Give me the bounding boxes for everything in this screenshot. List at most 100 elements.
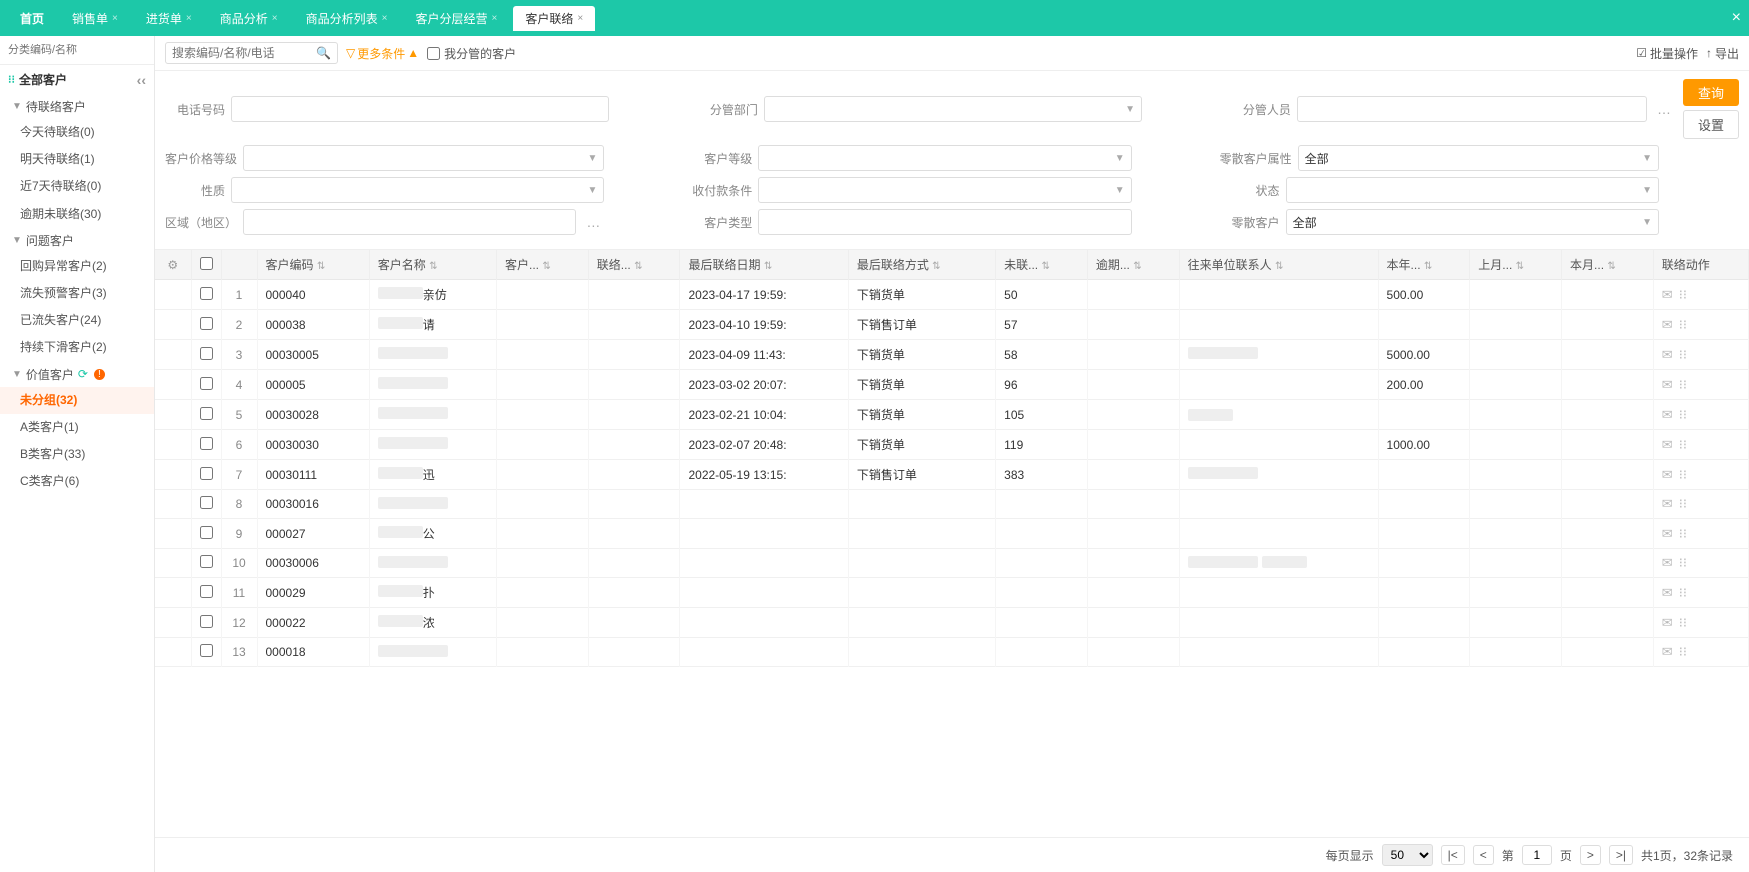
contact-method-link[interactable]: 下销货单 bbox=[857, 438, 905, 452]
th-this-year[interactable]: 本年... ⇅ bbox=[1378, 250, 1470, 280]
th-last-month[interactable]: 上月... ⇅ bbox=[1470, 250, 1562, 280]
close-window-icon[interactable]: × bbox=[1732, 9, 1741, 27]
th-settings[interactable]: ⚙ bbox=[155, 250, 191, 280]
region-input[interactable] bbox=[243, 209, 576, 235]
collapse-sidebar-icon[interactable]: ‹‹ bbox=[137, 72, 146, 88]
dept-select[interactable]: ▼ bbox=[764, 96, 1142, 122]
main-search-input[interactable] bbox=[172, 46, 312, 60]
th-overdue[interactable]: 逾期... ⇅ bbox=[1087, 250, 1179, 280]
tab-purchase[interactable]: 进货单 × bbox=[134, 6, 204, 31]
level-select[interactable]: ▼ bbox=[758, 145, 1131, 171]
select-all-checkbox[interactable] bbox=[200, 257, 213, 270]
my-customers-check[interactable]: 我分管的客户 bbox=[427, 45, 516, 62]
row-checkbox[interactable] bbox=[200, 437, 213, 450]
th-check[interactable] bbox=[191, 250, 221, 280]
td-check[interactable] bbox=[191, 578, 221, 608]
menu-icon[interactable]: ⁝⁝ bbox=[1679, 317, 1687, 333]
reset-btn[interactable]: 设置 bbox=[1683, 110, 1739, 139]
th-contact[interactable]: 联络... ⇅ bbox=[588, 250, 680, 280]
close-purchase-icon[interactable]: × bbox=[186, 13, 192, 24]
row-checkbox[interactable] bbox=[200, 615, 213, 628]
td-check[interactable] bbox=[191, 310, 221, 340]
contact-method-link[interactable]: 下销货单 bbox=[857, 348, 905, 362]
td-check[interactable] bbox=[191, 460, 221, 490]
chat-icon[interactable]: ✉ bbox=[1662, 407, 1673, 423]
type-select[interactable] bbox=[758, 209, 1131, 235]
first-page-btn[interactable]: |< bbox=[1441, 845, 1465, 865]
retail-select[interactable]: 全部▼ bbox=[1286, 209, 1659, 235]
page-input[interactable] bbox=[1522, 845, 1552, 865]
td-check[interactable] bbox=[191, 430, 221, 460]
status-select[interactable]: ▼ bbox=[1286, 177, 1659, 203]
menu-icon[interactable]: ⁝⁝ bbox=[1679, 287, 1687, 303]
td-check[interactable] bbox=[191, 519, 221, 549]
contact-method-link[interactable]: 下销售订单 bbox=[857, 318, 917, 332]
th-this-month[interactable]: 本月... ⇅ bbox=[1562, 250, 1654, 280]
settings-icon[interactable]: ⚙ bbox=[167, 258, 178, 272]
row-checkbox[interactable] bbox=[200, 467, 213, 480]
chat-icon[interactable]: ✉ bbox=[1662, 467, 1673, 483]
row-checkbox[interactable] bbox=[200, 407, 213, 420]
close-crm-icon[interactable]: × bbox=[491, 13, 497, 24]
my-customers-checkbox[interactable] bbox=[427, 47, 440, 60]
chat-icon[interactable]: ✉ bbox=[1662, 287, 1673, 303]
row-checkbox[interactable] bbox=[200, 377, 213, 390]
menu-icon[interactable]: ⁝⁝ bbox=[1679, 585, 1687, 601]
menu-icon[interactable]: ⁝⁝ bbox=[1679, 467, 1687, 483]
row-checkbox[interactable] bbox=[200, 526, 213, 539]
all-customers-header[interactable]: ⁝⁝ 全部客户 ‹‹ bbox=[0, 65, 154, 94]
sidebar-item-b-class[interactable]: B类客户(33) bbox=[0, 441, 154, 468]
per-page-select[interactable]: 50 100 200 bbox=[1382, 844, 1433, 866]
contact-method-link[interactable]: 下销货单 bbox=[857, 408, 905, 422]
close-contact-icon[interactable]: × bbox=[577, 13, 583, 24]
chat-icon[interactable]: ✉ bbox=[1662, 644, 1673, 660]
menu-icon[interactable]: ⁝⁝ bbox=[1679, 496, 1687, 512]
menu-icon[interactable]: ⁝⁝ bbox=[1679, 615, 1687, 631]
value-group-header[interactable]: ▼ 价值客户 ⟳ ! bbox=[0, 362, 154, 387]
refresh-icon[interactable]: ⟳ bbox=[78, 367, 88, 381]
chat-icon[interactable]: ✉ bbox=[1662, 377, 1673, 393]
chat-icon[interactable]: ✉ bbox=[1662, 437, 1673, 453]
row-checkbox[interactable] bbox=[200, 585, 213, 598]
batch-op-btn[interactable]: ☑ 批量操作 bbox=[1636, 45, 1698, 62]
sidebar-item-overdue[interactable]: 逾期未联络(30) bbox=[0, 201, 154, 228]
th-no-contact[interactable]: 未联... ⇅ bbox=[996, 250, 1088, 280]
sidebar-item-today[interactable]: 今天待联络(0) bbox=[0, 119, 154, 146]
chat-icon[interactable]: ✉ bbox=[1662, 526, 1673, 542]
price-select[interactable]: ▼ bbox=[243, 145, 604, 171]
chat-icon[interactable]: ✉ bbox=[1662, 496, 1673, 512]
row-checkbox[interactable] bbox=[200, 555, 213, 568]
sidebar-item-declining[interactable]: 持续下滑客户(2) bbox=[0, 334, 154, 361]
sidebar-item-churned[interactable]: 已流失客户(24) bbox=[0, 307, 154, 334]
pending-group-header[interactable]: ▼ 待联络客户 bbox=[0, 94, 154, 119]
chat-icon[interactable]: ✉ bbox=[1662, 585, 1673, 601]
tab-customer-contact[interactable]: 客户联络 × bbox=[513, 6, 595, 31]
sidebar-item-churn-warning[interactable]: 流失预警客户(3) bbox=[0, 280, 154, 307]
main-search-icon[interactable]: 🔍 bbox=[316, 46, 331, 60]
td-check[interactable] bbox=[191, 370, 221, 400]
sidebar-item-tomorrow[interactable]: 明天待联络(1) bbox=[0, 146, 154, 173]
th-last-date[interactable]: 最后联络日期 ⇅ bbox=[680, 250, 848, 280]
menu-icon[interactable]: ⁝⁝ bbox=[1679, 347, 1687, 363]
sidebar-item-abnormal[interactable]: 回购异常客户(2) bbox=[0, 253, 154, 280]
person-input[interactable] bbox=[1297, 96, 1647, 122]
contact-method-link[interactable]: 下销货单 bbox=[857, 288, 905, 302]
menu-icon[interactable]: ⁝⁝ bbox=[1679, 526, 1687, 542]
menu-icon[interactable]: ⁝⁝ bbox=[1679, 437, 1687, 453]
payment-select[interactable]: ▼ bbox=[758, 177, 1131, 203]
td-check[interactable] bbox=[191, 490, 221, 519]
region-dots-icon[interactable]: … bbox=[582, 214, 604, 230]
tab-home[interactable]: 首页 bbox=[8, 6, 56, 31]
tab-sales[interactable]: 销售单 × bbox=[60, 6, 130, 31]
row-checkbox[interactable] bbox=[200, 347, 213, 360]
person-dots-icon[interactable]: … bbox=[1653, 101, 1675, 117]
th-company-contact[interactable]: 往来单位联系人 ⇅ bbox=[1179, 250, 1378, 280]
export-btn[interactable]: ↑ 导出 bbox=[1706, 45, 1739, 62]
more-filter-btn[interactable]: ▽ 更多条件 ▲ bbox=[346, 45, 419, 62]
menu-icon[interactable]: ⁝⁝ bbox=[1679, 555, 1687, 571]
tab-crm[interactable]: 客户分层经营 × bbox=[403, 6, 509, 31]
contact-method-link[interactable]: 下销货单 bbox=[857, 378, 905, 392]
row-checkbox[interactable] bbox=[200, 644, 213, 657]
chat-icon[interactable]: ✉ bbox=[1662, 615, 1673, 631]
close-sales-icon[interactable]: × bbox=[112, 13, 118, 24]
